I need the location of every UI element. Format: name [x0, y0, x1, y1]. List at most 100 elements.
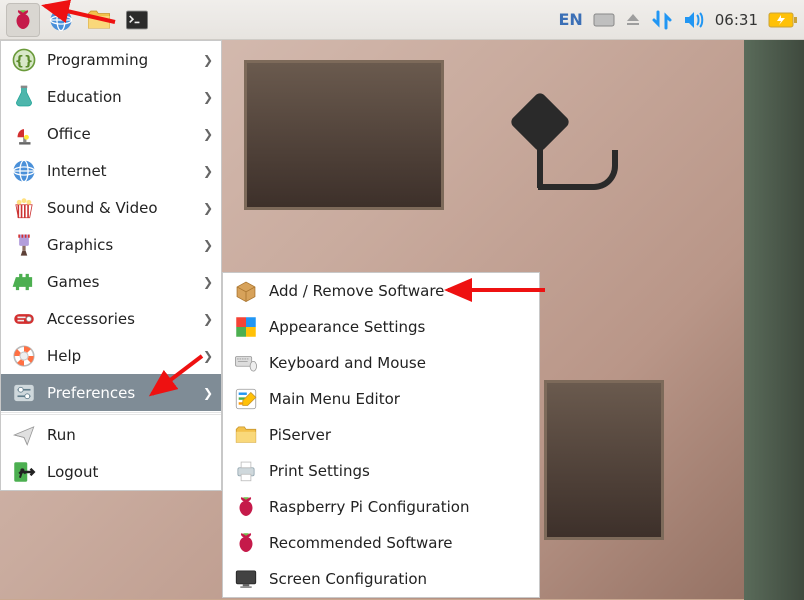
- menu-item-label: Games: [47, 273, 203, 291]
- buoy-icon: [9, 341, 39, 371]
- menu-item-label: Internet: [47, 162, 203, 180]
- chevron-right-icon: ❯: [203, 164, 213, 178]
- knife-icon: [11, 306, 37, 332]
- submenu-item-label: Raspberry Pi Configuration: [269, 498, 531, 516]
- lamp-icon: [11, 121, 37, 147]
- braces-icon: {}: [11, 47, 37, 73]
- appearance-icon: [233, 314, 259, 340]
- preferences-submenu: Add / Remove SoftwareAppearance Settings…: [222, 272, 540, 598]
- raspberry-icon: [231, 528, 261, 558]
- monitor-icon: [233, 566, 259, 592]
- annotation-arrow: [440, 278, 550, 306]
- sliders-icon: [11, 380, 37, 406]
- submenu-item-piserver[interactable]: PiServer: [223, 417, 539, 453]
- submenu-item-keyboard-and-mouse[interactable]: Keyboard and Mouse: [223, 345, 539, 381]
- menu-item-office[interactable]: Office❯: [1, 115, 221, 152]
- menueditor-icon: [231, 384, 261, 414]
- menu-item-label: Education: [47, 88, 203, 106]
- menu-item-education[interactable]: Education❯: [1, 78, 221, 115]
- taskbar: EN 06:31: [0, 0, 804, 40]
- menu-item-label: Programming: [47, 51, 203, 69]
- buoy-icon: [11, 343, 37, 369]
- menu-item-label: Logout: [47, 463, 213, 481]
- submenu-item-label: Print Settings: [269, 462, 531, 480]
- menueditor-icon: [233, 386, 259, 412]
- menu-item-graphics[interactable]: Graphics❯: [1, 226, 221, 263]
- exit-icon: [11, 459, 37, 485]
- menu-item-games[interactable]: Games❯: [1, 263, 221, 300]
- menu-item-label: Sound & Video: [47, 199, 203, 217]
- globe-icon: [9, 156, 39, 186]
- flask-icon: [11, 84, 37, 110]
- chevron-right-icon: ❯: [203, 53, 213, 67]
- sliders-icon: [9, 378, 39, 408]
- globe-icon: [11, 158, 37, 184]
- brush-icon: [9, 230, 39, 260]
- brush-icon: [11, 232, 37, 258]
- submenu-item-label: PiServer: [269, 426, 531, 444]
- submenu-item-label: Screen Configuration: [269, 570, 531, 588]
- printer-icon: [233, 458, 259, 484]
- menu-item-sound-video[interactable]: Sound & Video❯: [1, 189, 221, 226]
- annotation-arrow: [30, 0, 120, 36]
- popcorn-icon: [11, 195, 37, 221]
- clock[interactable]: 06:31: [715, 11, 758, 29]
- exit-icon: [9, 457, 39, 487]
- appearance-icon: [231, 312, 261, 342]
- application-menu: {}Programming❯Education❯Office❯Internet❯…: [0, 40, 222, 491]
- menu-item-logout[interactable]: Logout: [1, 453, 221, 490]
- chevron-right-icon: ❯: [203, 90, 213, 104]
- flask-icon: [9, 82, 39, 112]
- menu-item-label: Office: [47, 125, 203, 143]
- submenu-item-label: Recommended Software: [269, 534, 531, 552]
- paperplane-icon: [9, 420, 39, 450]
- keyboard-layout-indicator[interactable]: EN: [558, 10, 582, 29]
- raspberry-icon: [233, 530, 259, 556]
- submenu-item-label: Main Menu Editor: [269, 390, 531, 408]
- submenu-item-recommended-software[interactable]: Recommended Software: [223, 525, 539, 561]
- submenu-item-main-menu-editor[interactable]: Main Menu Editor: [223, 381, 539, 417]
- invader-icon: [11, 269, 37, 295]
- menu-item-programming[interactable]: {} Programming❯: [1, 41, 221, 78]
- chevron-right-icon: ❯: [203, 127, 213, 141]
- submenu-item-screen-configuration[interactable]: Screen Configuration: [223, 561, 539, 597]
- menu-item-label: Accessories: [47, 310, 203, 328]
- chevron-right-icon: ❯: [203, 238, 213, 252]
- popcorn-icon: [9, 193, 39, 223]
- battery-tray-icon[interactable]: [768, 12, 798, 28]
- menu-item-run[interactable]: Run: [1, 416, 221, 453]
- submenu-item-label: Keyboard and Mouse: [269, 354, 531, 372]
- svg-text:{}: {}: [15, 53, 34, 68]
- raspberry-icon: [231, 492, 261, 522]
- submenu-item-appearance-settings[interactable]: Appearance Settings: [223, 309, 539, 345]
- submenu-item-raspberry-pi-configuration[interactable]: Raspberry Pi Configuration: [223, 489, 539, 525]
- folder-icon: [231, 420, 261, 450]
- monitor-icon: [231, 564, 261, 594]
- printer-icon: [231, 456, 261, 486]
- raspberry-icon: [233, 494, 259, 520]
- system-tray: EN 06:31: [558, 9, 798, 31]
- braces-icon: {}: [9, 45, 39, 75]
- menu-item-label: Graphics: [47, 236, 203, 254]
- taskbar-terminal-button[interactable]: [120, 3, 154, 37]
- volume-tray-icon[interactable]: [683, 10, 705, 30]
- knife-icon: [9, 304, 39, 334]
- folder-icon: [233, 422, 259, 448]
- menu-item-accessories[interactable]: Accessories❯: [1, 300, 221, 337]
- network-tray-icon[interactable]: [651, 9, 673, 31]
- box-icon: [233, 278, 259, 304]
- annotation-arrow: [140, 346, 220, 410]
- paperplane-icon: [11, 422, 37, 448]
- chevron-right-icon: ❯: [203, 201, 213, 215]
- submenu-item-print-settings[interactable]: Print Settings: [223, 453, 539, 489]
- menu-item-label: Run: [47, 426, 213, 444]
- lamp-icon: [9, 119, 39, 149]
- eject-tray-icon[interactable]: [625, 12, 641, 28]
- kbmouse-icon: [233, 350, 259, 376]
- display-tray-icon[interactable]: [593, 11, 615, 29]
- terminal-icon: [124, 7, 150, 33]
- menu-item-internet[interactable]: Internet❯: [1, 152, 221, 189]
- invader-icon: [9, 267, 39, 297]
- kbmouse-icon: [231, 348, 261, 378]
- chevron-right-icon: ❯: [203, 312, 213, 326]
